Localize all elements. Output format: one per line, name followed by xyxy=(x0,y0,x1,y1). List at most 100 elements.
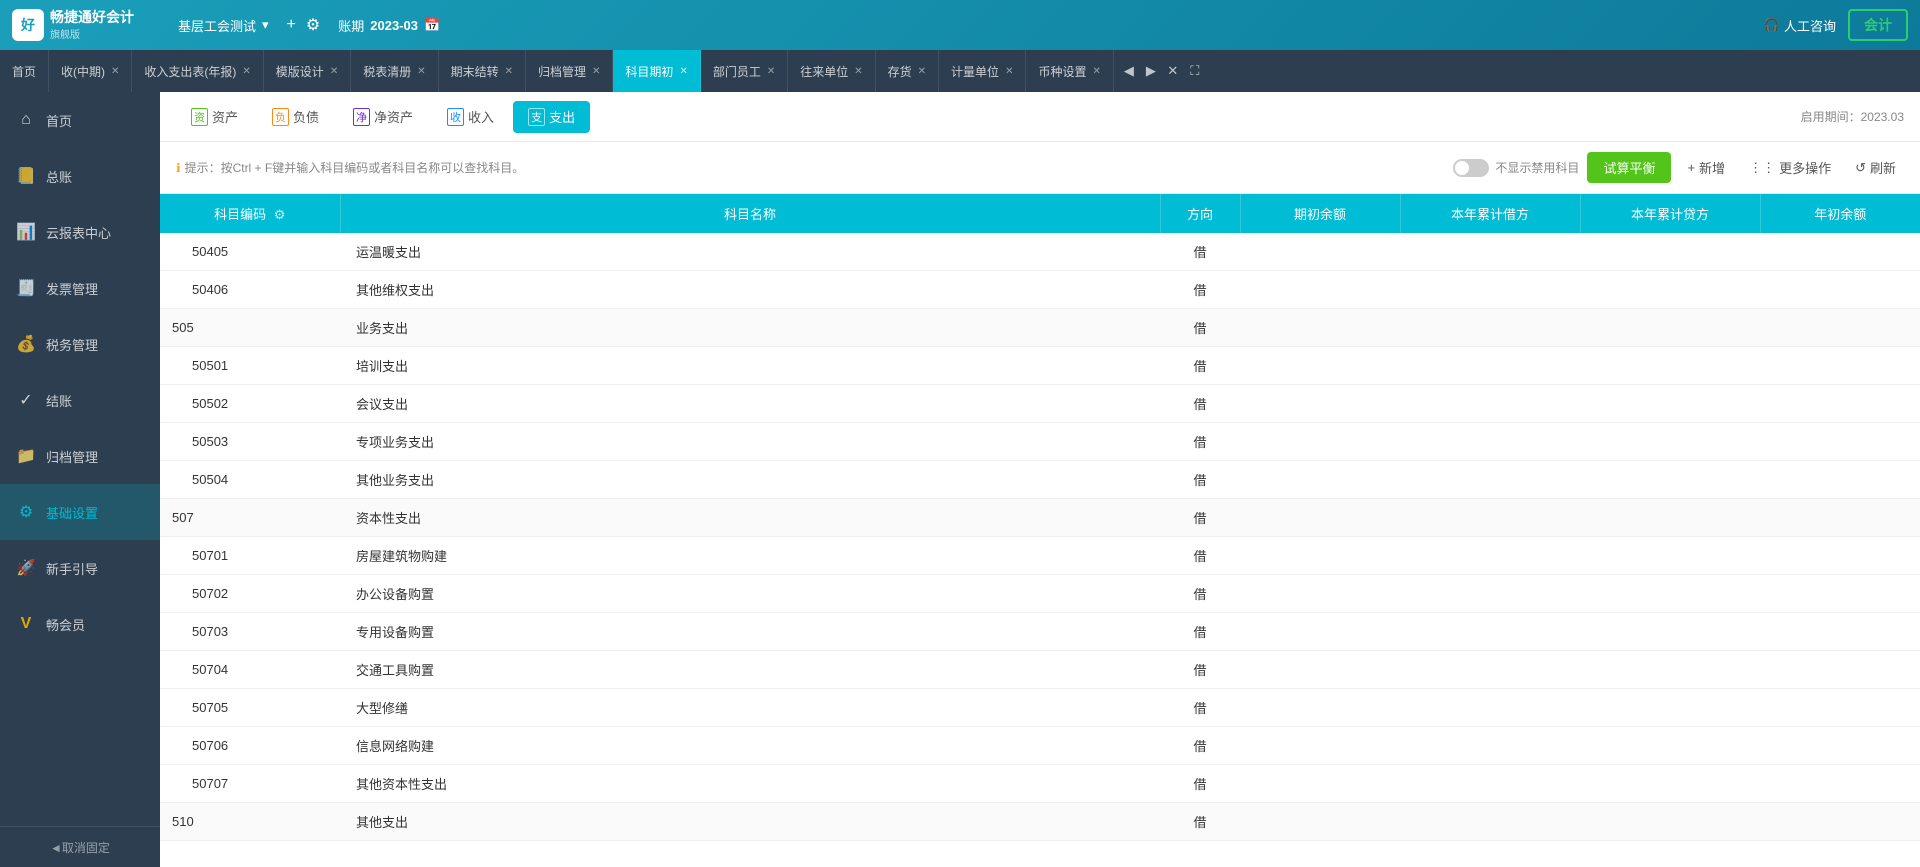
cell-year-balance xyxy=(1760,385,1920,423)
tab-close-icon[interactable]: ✕ xyxy=(918,66,926,77)
tab-close-icon[interactable]: ✕ xyxy=(111,66,119,77)
cell-year-debit xyxy=(1400,461,1580,499)
tab-dept-staff[interactable]: 部门员工 ✕ xyxy=(701,50,788,92)
tab-inventory[interactable]: 存货 ✕ xyxy=(876,50,939,92)
table-row[interactable]: 50701 房屋建筑物购建 借 xyxy=(160,537,1920,575)
tab-close-icon[interactable]: ✕ xyxy=(417,66,425,77)
tab-expand-btn[interactable]: ⛶ xyxy=(1184,60,1206,82)
header-right: 🎧 人工咨询 会计 xyxy=(1764,9,1908,41)
tab-unit[interactable]: 计量单位 ✕ xyxy=(939,50,1026,92)
table-row[interactable]: 50503 专项业务支出 借 xyxy=(160,423,1920,461)
add-btn[interactable]: + 新增 xyxy=(1679,154,1733,181)
cell-year-credit xyxy=(1580,271,1760,309)
sidebar-label: 云报表中心 xyxy=(46,223,111,242)
tab-subject-period[interactable]: 科目期初 ✕ xyxy=(613,50,700,92)
sub-tab-income[interactable]: 收 收入 xyxy=(432,101,509,133)
tab-next-btn[interactable]: ▶ xyxy=(1140,60,1162,82)
sidebar-item-close[interactable]: ✓ 结账 xyxy=(0,372,160,428)
table-row[interactable]: 50501 培训支出 借 xyxy=(160,347,1920,385)
tab-close-icon[interactable]: ✕ xyxy=(1005,66,1013,77)
tab-nav-buttons: ◀ ▶ ✕ ⛶ xyxy=(1118,60,1206,82)
table-row[interactable]: 50405 运温暖支出 借 xyxy=(160,233,1920,271)
table-row[interactable]: 50704 交通工具购置 借 xyxy=(160,651,1920,689)
sidebar-item-guide[interactable]: 🚀 新手引导 xyxy=(0,540,160,596)
sidebar-item-settings[interactable]: ⚙ 基础设置 xyxy=(0,484,160,540)
sidebar-label: 新手引导 xyxy=(46,559,98,578)
sidebar-item-ledger[interactable]: 📒 总账 xyxy=(0,148,160,204)
sidebar-item-member[interactable]: V 畅会员 xyxy=(0,596,160,652)
table-row[interactable]: 50406 其他维权支出 借 xyxy=(160,271,1920,309)
cell-code: 50701 xyxy=(160,537,340,575)
tab-period-close[interactable]: 期末结转 ✕ xyxy=(439,50,526,92)
sub-tab-liability[interactable]: 负 负债 xyxy=(257,101,334,133)
sub-tab-net-asset[interactable]: 净 净资产 xyxy=(338,101,428,133)
tab-currency[interactable]: 币种设置 ✕ xyxy=(1026,50,1113,92)
tab-tax-clear[interactable]: 税表清册 ✕ xyxy=(351,50,438,92)
table-row[interactable]: 50702 办公设备购置 借 xyxy=(160,575,1920,613)
cell-direction: 借 xyxy=(1160,271,1240,309)
tab-home[interactable]: 首页 xyxy=(0,50,49,92)
table-row[interactable]: 510 其他支出 借 xyxy=(160,803,1920,841)
cell-year-credit xyxy=(1580,461,1760,499)
cell-year-balance xyxy=(1760,651,1920,689)
cell-year-debit xyxy=(1400,347,1580,385)
tab-period[interactable]: 收(中期) ✕ xyxy=(49,50,132,92)
sub-tab-label: 支出 xyxy=(549,107,575,126)
table-row[interactable]: 50706 信息网络购建 借 xyxy=(160,727,1920,765)
cell-code: 50405 xyxy=(160,233,340,271)
table-row[interactable]: 505 业务支出 借 xyxy=(160,309,1920,347)
table-row[interactable]: 50502 会议支出 借 xyxy=(160,385,1920,423)
tab-prev-btn[interactable]: ◀ xyxy=(1118,60,1140,82)
logo-sub: 旗舰版 xyxy=(50,26,134,41)
account-btn[interactable]: 会计 xyxy=(1848,9,1908,41)
sidebar-item-home[interactable]: ⌂ 首页 xyxy=(0,92,160,148)
sidebar-item-tax[interactable]: 💰 税务管理 xyxy=(0,316,160,372)
tab-label: 归档管理 xyxy=(538,63,586,80)
cell-year-debit xyxy=(1400,575,1580,613)
cell-year-balance xyxy=(1760,689,1920,727)
sub-tab-asset[interactable]: 资 资产 xyxy=(176,101,253,133)
toggle-knob xyxy=(1455,161,1469,175)
tab-close-icon[interactable]: ✕ xyxy=(242,66,250,77)
table-body: 50405 运温暖支出 借 50406 其他维权支出 借 505 业务支出 借 … xyxy=(160,233,1920,841)
table-row[interactable]: 507 资本性支出 借 xyxy=(160,499,1920,537)
disable-toggle[interactable] xyxy=(1453,159,1489,177)
add-project-btn[interactable]: + xyxy=(287,16,296,34)
sub-tab-expense[interactable]: 支 支出 xyxy=(513,101,590,133)
table-row[interactable]: 50703 专用设备购置 借 xyxy=(160,613,1920,651)
cell-name: 会议支出 xyxy=(340,385,1160,423)
tab-close-icon[interactable]: ✕ xyxy=(767,66,775,77)
column-settings-icon[interactable]: ⚙ xyxy=(274,207,286,223)
sidebar-item-archive[interactable]: 📁 归档管理 xyxy=(0,428,160,484)
table-row[interactable]: 50707 其他资本性支出 借 xyxy=(160,765,1920,803)
more-operations-btn[interactable]: ⋮⋮ 更多操作 xyxy=(1741,154,1839,181)
sidebar-item-invoice[interactable]: 🧾 发票管理 xyxy=(0,260,160,316)
tab-close-icon[interactable]: ✕ xyxy=(854,66,862,77)
tab-archive[interactable]: 归档管理 ✕ xyxy=(526,50,613,92)
th-dir-label: 方向 xyxy=(1187,207,1213,222)
tab-income-expense[interactable]: 收入支出表(年报) ✕ xyxy=(132,50,263,92)
project-selector[interactable]: 基层工会测试 ▾ xyxy=(170,12,277,39)
refresh-btn[interactable]: ↺ 刷新 xyxy=(1847,154,1904,181)
tab-close-all-btn[interactable]: ✕ xyxy=(1162,60,1184,82)
tab-close-icon[interactable]: ✕ xyxy=(330,66,338,77)
sidebar-label: 结账 xyxy=(46,391,72,410)
table-row[interactable]: 50504 其他业务支出 借 xyxy=(160,461,1920,499)
collapse-sidebar-btn[interactable]: ◄取消固定 xyxy=(0,827,160,867)
tab-template[interactable]: 模版设计 ✕ xyxy=(264,50,351,92)
sidebar-item-reports[interactable]: 📊 云报表中心 xyxy=(0,204,160,260)
settings-icon[interactable]: ⚙ xyxy=(306,15,320,35)
calendar-icon[interactable]: 📅 xyxy=(424,17,440,33)
cell-name: 培训支出 xyxy=(340,347,1160,385)
cell-name: 交通工具购置 xyxy=(340,651,1160,689)
tab-close-icon[interactable]: ✕ xyxy=(505,66,513,77)
table-row[interactable]: 50705 大型修缮 借 xyxy=(160,689,1920,727)
support-btn[interactable]: 🎧 人工咨询 xyxy=(1764,16,1836,35)
tab-close-icon[interactable]: ✕ xyxy=(592,66,600,77)
settings-icon: ⚙ xyxy=(16,502,36,522)
tab-close-icon[interactable]: ✕ xyxy=(1092,66,1100,77)
balance-btn[interactable]: 试算平衡 xyxy=(1587,152,1671,183)
tab-counterparty[interactable]: 往来单位 ✕ xyxy=(788,50,875,92)
cell-period-balance xyxy=(1240,461,1400,499)
tab-close-icon[interactable]: ✕ xyxy=(679,66,687,77)
